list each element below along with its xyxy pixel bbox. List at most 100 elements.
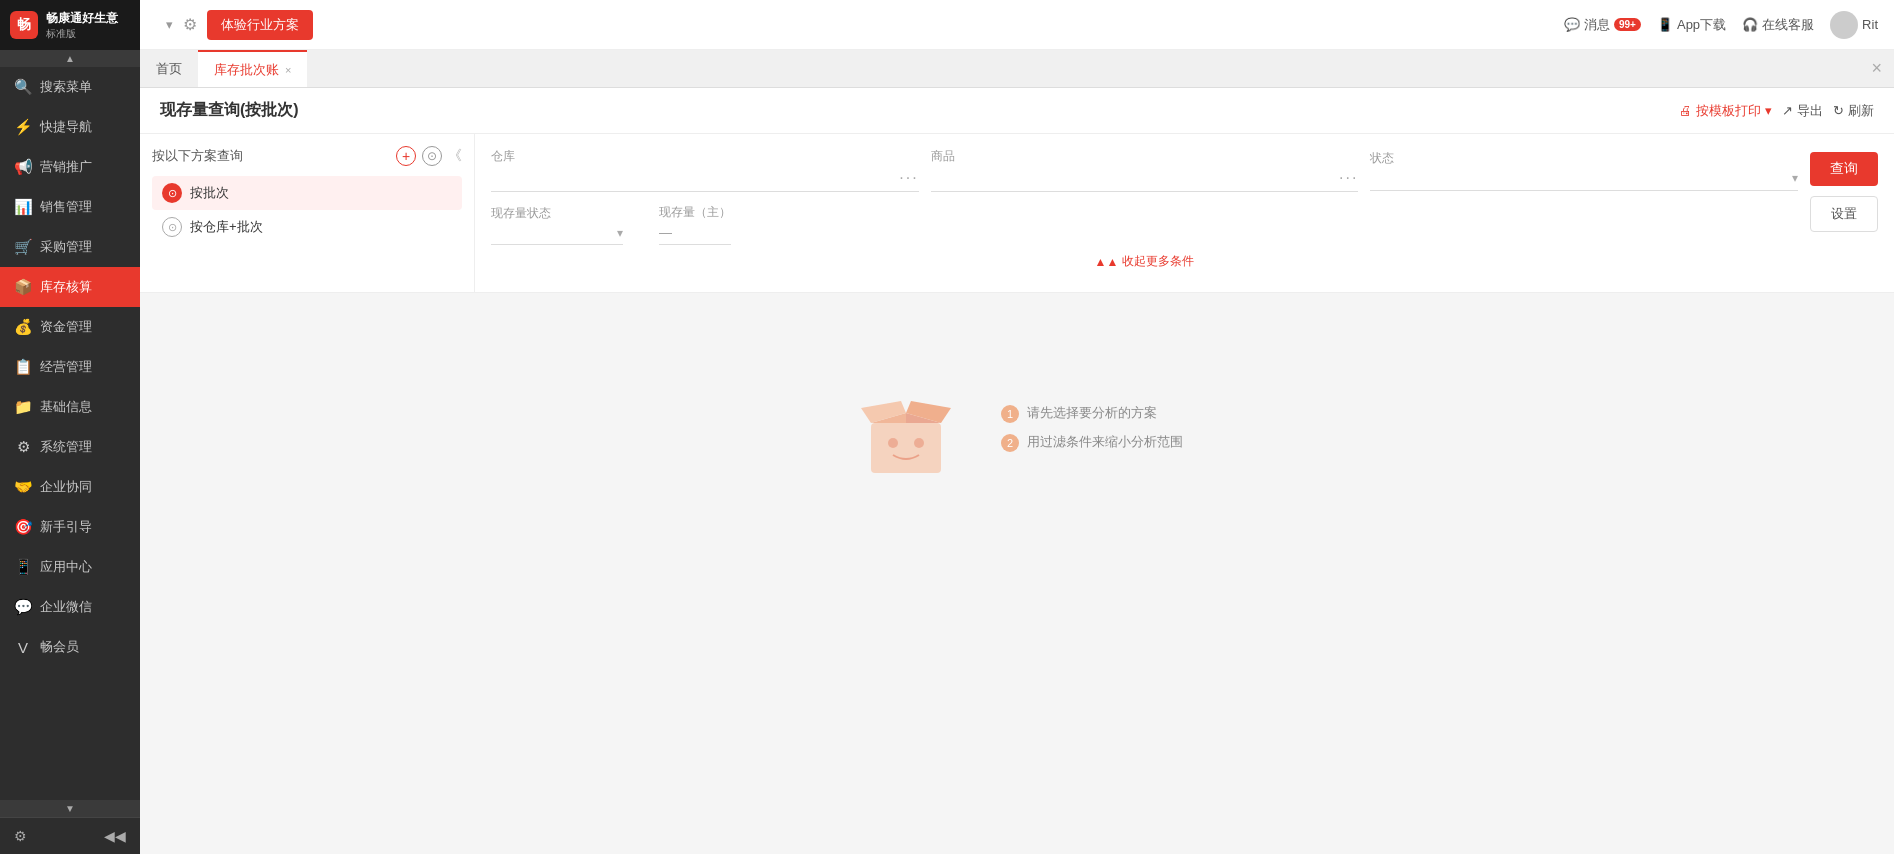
sidebar-item-basic[interactable]: 📁 基础信息 xyxy=(0,387,140,427)
collapse-up-icon: ▲▲ xyxy=(1095,255,1119,269)
user-area[interactable]: Rit xyxy=(1830,11,1878,39)
tabs-right: × xyxy=(1871,58,1894,79)
refresh-icon: ↻ xyxy=(1833,103,1844,118)
qty-dash: — xyxy=(659,225,672,240)
plan-add-btn[interactable]: + xyxy=(396,146,416,166)
sidebar-item-label: 系统管理 xyxy=(40,438,92,456)
sidebar-nav: 🔍 搜索菜单 ⚡ 快捷导航 📢 营销推广 📊 销售管理 🛒 采购管理 📦 库存核… xyxy=(0,67,140,800)
filter-inventory-status-wrap[interactable]: ▾ xyxy=(491,226,623,245)
sidebar-item-label: 资金管理 xyxy=(40,318,92,336)
svg-point-6 xyxy=(914,438,924,448)
sidebar-item-purchase[interactable]: 🛒 采购管理 xyxy=(0,227,140,267)
search-icon: 🔍 xyxy=(14,78,32,96)
close-all-tabs-icon[interactable]: × xyxy=(1871,58,1882,79)
sidebar-item-member[interactable]: V 畅会员 xyxy=(0,627,140,667)
app-download-btn[interactable]: 📱 App下载 xyxy=(1657,16,1726,34)
tip-num-2: 2 xyxy=(1001,434,1019,452)
messages-btn[interactable]: 💬 消息 99+ xyxy=(1564,16,1641,34)
filter-product-input[interactable] xyxy=(931,171,1339,186)
status-chevron-icon[interactable]: ▾ xyxy=(1792,171,1798,185)
filter-status-input[interactable] xyxy=(1370,171,1792,186)
sidebar-item-label: 新手引导 xyxy=(40,518,92,536)
plan-panel-actions: + ⊙ 《 xyxy=(396,146,462,166)
sidebar-item-system[interactable]: ⚙ 系统管理 xyxy=(0,427,140,467)
page-content: 现存量查询(按批次) 🖨 按模板打印 ▾ ↗ 导出 ↻ 刷新 xyxy=(140,88,1894,854)
message-icon: 💬 xyxy=(1564,17,1580,32)
sidebar-item-enterprise[interactable]: 🤝 企业协同 xyxy=(0,467,140,507)
sidebar-item-label: 销售管理 xyxy=(40,198,92,216)
filter-warehouse-field: 仓库 ··· xyxy=(491,148,919,192)
filter-warehouse-label: 仓库 xyxy=(491,148,919,165)
filter-collapse-row[interactable]: ▲▲ 收起更多条件 xyxy=(491,245,1798,278)
footer-settings-icon[interactable]: ⚙ xyxy=(14,828,27,844)
print-dropdown-icon[interactable]: ▾ xyxy=(1765,103,1772,118)
template-print-btn[interactable]: 🖨 按模板打印 ▾ xyxy=(1679,102,1772,120)
filter-settings-btn[interactable]: 设置 xyxy=(1810,196,1878,232)
apps-icon: 📱 xyxy=(14,558,32,576)
footer-collapse-icon[interactable]: ◀◀ xyxy=(104,828,126,844)
export-btn[interactable]: ↗ 导出 xyxy=(1782,102,1823,120)
empty-tips: 1 请先选择要分析的方案 2 用过滤条件来缩小分析范围 xyxy=(1001,404,1183,452)
page-header-actions: 🖨 按模板打印 ▾ ↗ 导出 ↻ 刷新 xyxy=(1679,102,1874,120)
plan-collapse-btn[interactable]: 《 xyxy=(448,147,462,165)
page-title: 现存量查询(按批次) xyxy=(160,100,299,121)
refresh-btn[interactable]: ↻ 刷新 xyxy=(1833,102,1874,120)
filter-inventory-status-label: 现存量状态 xyxy=(491,205,623,222)
topbar: ▾ ⚙ 体验行业方案 💬 消息 99+ 📱 App下载 🎧 在线客服 Rit xyxy=(140,0,1894,50)
plan-item-by-warehouse-batch[interactable]: ⊙ 按仓库+批次 xyxy=(152,210,462,244)
empty-tip-2: 2 用过滤条件来缩小分析范围 xyxy=(1001,433,1183,452)
query-btn[interactable]: 查询 xyxy=(1810,152,1878,186)
tab-close-icon[interactable]: × xyxy=(285,64,291,76)
guide-icon: 🎯 xyxy=(14,518,32,536)
sales-icon: 📊 xyxy=(14,198,32,216)
filter-row-2: 现存量状态 ▾ 现存量（主） — xyxy=(491,204,1798,245)
tab-inventory-batch[interactable]: 库存批次账 × xyxy=(198,50,307,87)
sidebar-item-operation[interactable]: 📋 经营管理 xyxy=(0,347,140,387)
plan-panel-title: 按以下方案查询 xyxy=(152,147,243,165)
filter-actions: 查询 设置 xyxy=(1810,148,1878,232)
filter-warehouse-input[interactable] xyxy=(491,171,899,186)
main-area: ▾ ⚙ 体验行业方案 💬 消息 99+ 📱 App下载 🎧 在线客服 Rit xyxy=(140,0,1894,854)
collapse-label: 收起更多条件 xyxy=(1122,253,1194,270)
plan-settings-btn[interactable]: ⊙ xyxy=(422,146,442,166)
empty-state: 1 请先选择要分析的方案 2 用过滤条件来缩小分析范围 xyxy=(140,293,1894,563)
trial-btn[interactable]: 体验行业方案 xyxy=(207,10,313,40)
sidebar-scroll-down[interactable]: ▼ xyxy=(0,800,140,817)
user-name: Rit xyxy=(1862,17,1878,32)
svg-point-5 xyxy=(888,438,898,448)
product-dots-icon[interactable]: ··· xyxy=(1339,169,1358,187)
sidebar-item-apps[interactable]: 📱 应用中心 xyxy=(0,547,140,587)
sidebar-footer: ⚙ ◀◀ xyxy=(0,817,140,854)
sidebar-item-sales[interactable]: 📊 销售管理 xyxy=(0,187,140,227)
sidebar-item-label: 快捷导航 xyxy=(40,118,92,136)
sidebar-logo: 畅 xyxy=(10,11,38,39)
warehouse-dots-icon[interactable]: ··· xyxy=(899,169,918,187)
sidebar-item-label: 应用中心 xyxy=(40,558,92,576)
sidebar-item-label: 基础信息 xyxy=(40,398,92,416)
export-icon: ↗ xyxy=(1782,103,1793,118)
sidebar-scroll-up[interactable]: ▲ xyxy=(0,50,140,67)
plan-item-by-batch[interactable]: ⊙ 按批次 xyxy=(152,176,462,210)
app-icon: 📱 xyxy=(1657,17,1673,32)
sidebar-item-guide[interactable]: 🎯 新手引导 xyxy=(0,507,140,547)
filter-row-1: 仓库 ··· 商品 ··· xyxy=(491,148,1798,192)
sidebar-item-label: 搜索菜单 xyxy=(40,78,92,96)
tabs-bar: 首页 库存批次账 × × xyxy=(140,50,1894,88)
tab-home[interactable]: 首页 xyxy=(140,50,198,87)
sidebar-brand: 畅康通好生意 标准版 xyxy=(46,10,118,41)
filter-product-input-wrap: ··· xyxy=(931,169,1359,192)
online-service-btn[interactable]: 🎧 在线客服 xyxy=(1742,16,1814,34)
sidebar-item-label: 采购管理 xyxy=(40,238,92,256)
sidebar-item-wechat[interactable]: 💬 企业微信 xyxy=(0,587,140,627)
inventory-status-chevron[interactable]: ▾ xyxy=(617,226,623,240)
filter-status-label: 状态 xyxy=(1370,150,1798,167)
tab-home-label: 首页 xyxy=(156,60,182,78)
sidebar-item-marketing[interactable]: 📢 营销推广 xyxy=(0,147,140,187)
plan-item-label: 按批次 xyxy=(190,184,229,202)
topbar-settings-icon[interactable]: ⚙ xyxy=(183,15,197,34)
topbar-dropdown-icon[interactable]: ▾ xyxy=(166,17,173,32)
sidebar-item-shortcut[interactable]: ⚡ 快捷导航 xyxy=(0,107,140,147)
sidebar-item-search[interactable]: 🔍 搜索菜单 xyxy=(0,67,140,107)
sidebar-item-inventory[interactable]: 📦 库存核算 xyxy=(0,267,140,307)
sidebar-item-finance[interactable]: 💰 资金管理 xyxy=(0,307,140,347)
